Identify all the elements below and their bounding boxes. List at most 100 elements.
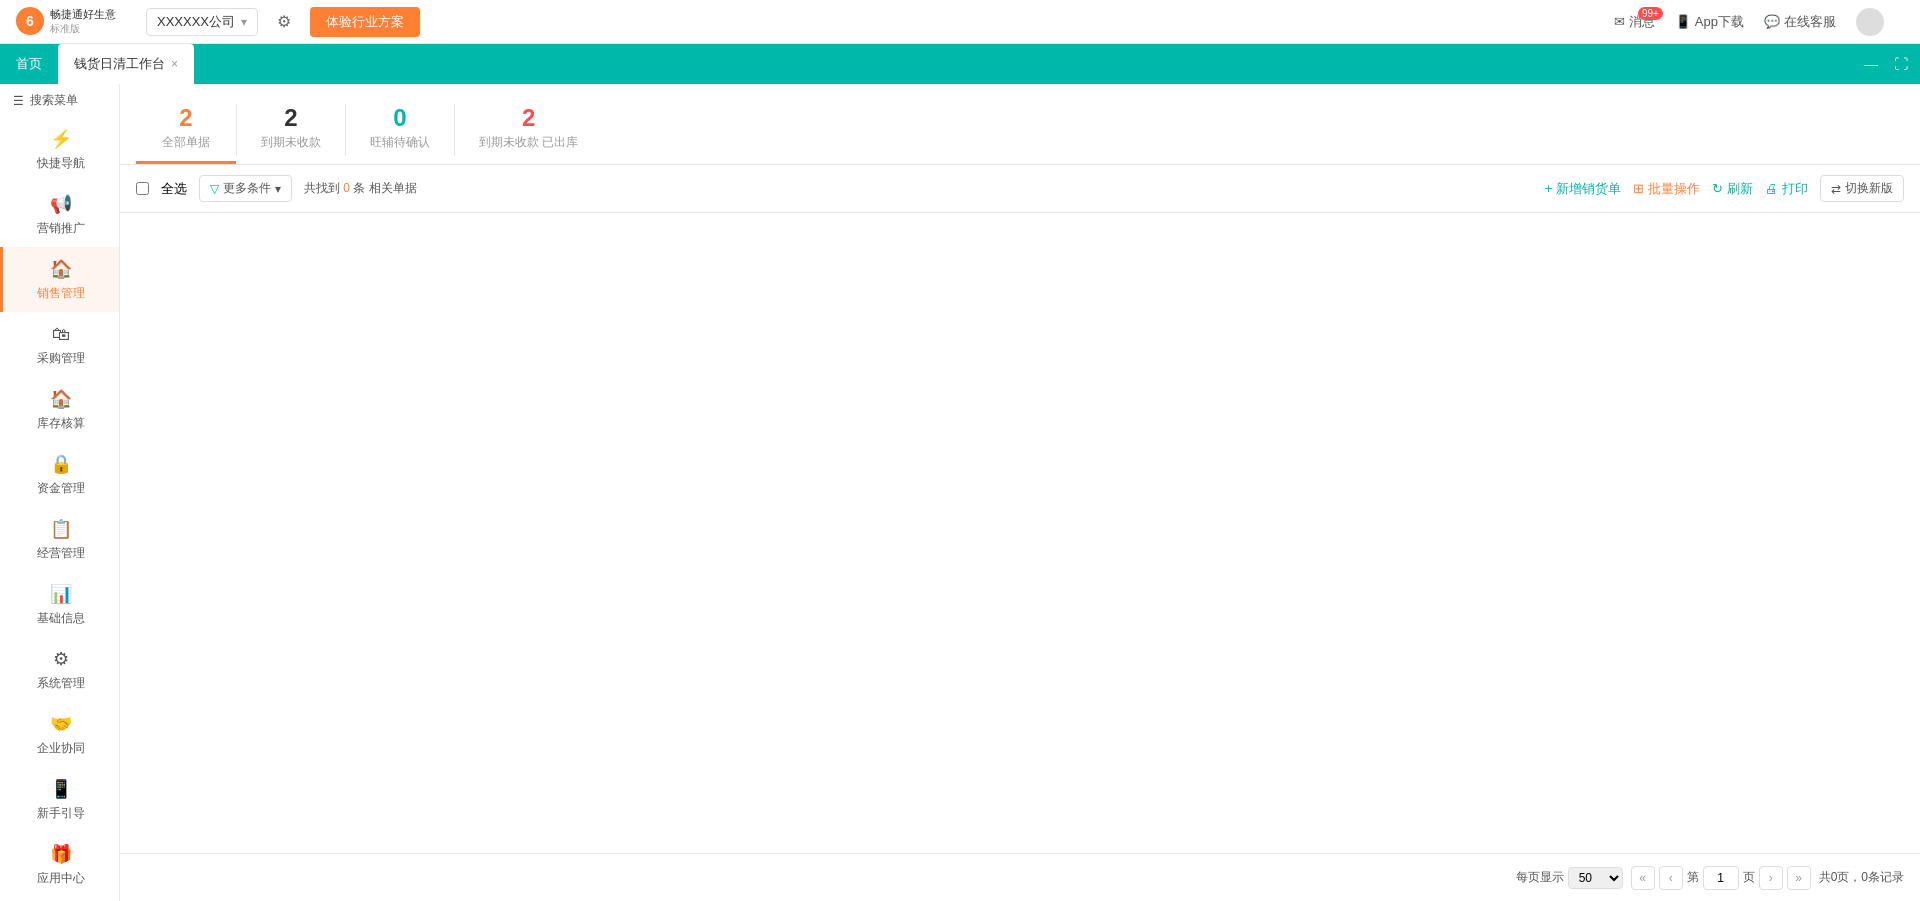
chevron-icon: ▾ [275, 182, 281, 196]
logo-text: 畅捷通好生意 [50, 7, 116, 21]
sidebar-item-basic-info[interactable]: 📊 基础信息 [0, 572, 119, 637]
select-all-label: 全选 [161, 180, 187, 198]
tab-close-icon[interactable]: × [171, 57, 178, 71]
sidebar-label-marketing: 营销推广 [37, 220, 85, 237]
tab-bar: 首页 钱货日清工作台 × — ⛶ [0, 44, 1920, 84]
found-prefix: 共找到 [304, 181, 340, 195]
finance-icon: 🔒 [49, 452, 73, 476]
sidebar-item-guide[interactable]: 📱 新手引导 [0, 767, 119, 832]
sidebar-item-cooperation[interactable]: 🤝 企业协同 [0, 702, 119, 767]
select-all-checkbox[interactable] [136, 182, 149, 195]
print-label: 打印 [1782, 180, 1808, 198]
avatar[interactable] [1856, 8, 1884, 36]
active-tab-label: 钱货日清工作台 [74, 55, 165, 73]
sidebar-label-inventory: 库存核算 [37, 415, 85, 432]
new-sales-order-button[interactable]: + 新增销货单 [1545, 180, 1621, 198]
stat-number-all: 2 [179, 104, 192, 132]
operations-icon: 📋 [49, 517, 73, 541]
page-size-select[interactable]: 20 50 100 [1568, 867, 1623, 889]
refresh-icon: ↻ [1712, 181, 1723, 196]
batch-label: 批量操作 [1648, 180, 1700, 198]
pagination-bar: 每页显示 20 50 100 « ‹ 第 页 › » 共0页，0条记录 [120, 853, 1920, 901]
header-left: 6 畅捷通好生意 标准版 XXXXXX公司 ▾ ⚙ 体验行业方案 [16, 6, 420, 38]
download-icon: 📱 [1675, 14, 1691, 29]
purchase-icon: 🛍 [49, 322, 73, 346]
trial-button[interactable]: 体验行业方案 [310, 7, 420, 37]
sidebar-item-operations[interactable]: 📋 经营管理 [0, 507, 119, 572]
first-page-button[interactable]: « [1631, 866, 1655, 890]
stat-label-pending: 旺辅待确认 [370, 134, 430, 151]
page-size-label: 每页显示 [1516, 869, 1564, 886]
sidebar-item-wechat[interactable]: 💬 企业微信 [0, 897, 119, 901]
logo-text-area: 畅捷通好生意 标准版 [50, 7, 116, 35]
related-label: 相关单据 [369, 181, 417, 195]
found-count: 0 [343, 181, 350, 195]
print-icon: 🖨 [1765, 181, 1778, 196]
system-icon: ⚙ [49, 647, 73, 671]
company-selector[interactable]: XXXXXX公司 ▾ [146, 8, 258, 36]
content-area: 2 全部单据 2 到期未收款 0 旺辅待确认 2 到期未收款 已出库 全选 [120, 84, 1920, 901]
stat-label-unshipped: 到期未收款 已出库 [479, 134, 578, 151]
page-input[interactable] [1703, 866, 1739, 890]
tab-minimize-icon[interactable]: — [1860, 52, 1882, 76]
page-navigation: « ‹ 第 页 › » [1631, 866, 1811, 890]
filter-button[interactable]: ▽ 更多条件 ▾ [199, 175, 292, 202]
sidebar-item-purchase[interactable]: 🛍 采购管理 [0, 312, 119, 377]
filter-icon: ▽ [210, 182, 219, 196]
switch-icon: ⇄ [1831, 182, 1841, 196]
sidebar-item-inventory[interactable]: 🏠 库存核算 [0, 377, 119, 442]
total-records: 共0页，0条记录 [1819, 869, 1904, 886]
sidebar-search[interactable]: ☰ 搜索菜单 [0, 84, 119, 117]
sidebar-item-quick-nav[interactable]: ⚡ 快捷导航 [0, 117, 119, 182]
gear-icon: ⚙ [277, 12, 291, 31]
sidebar-item-system[interactable]: ⚙ 系统管理 [0, 637, 119, 702]
messages-badge: 99+ [1638, 7, 1663, 20]
cooperation-icon: 🤝 [49, 712, 73, 736]
switch-label: 切换新版 [1845, 180, 1893, 197]
sidebar-label-basic-info: 基础信息 [37, 610, 85, 627]
sidebar-label-app-center: 应用中心 [37, 870, 85, 887]
sidebar-label-purchase: 采购管理 [37, 350, 85, 367]
messages-button[interactable]: ✉ 消息 99+ [1614, 13, 1655, 31]
settings-button[interactable]: ⚙ [268, 6, 300, 38]
sidebar-label-finance: 资金管理 [37, 480, 85, 497]
app-download-button[interactable]: 📱 App下载 [1675, 13, 1744, 31]
tab-active[interactable]: 钱货日清工作台 × [58, 44, 194, 84]
toolbar-right: + 新增销货单 ⊞ 批量操作 ↻ 刷新 🖨 打印 ⇄ 切换新版 [1545, 175, 1904, 202]
stat-label-overdue: 到期未收款 [261, 134, 321, 151]
stat-tab-pending[interactable]: 0 旺辅待确认 [346, 96, 454, 164]
header-right: ✉ 消息 99+ 📱 App下载 💬 在线客服 [1614, 8, 1904, 36]
sidebar-item-finance[interactable]: 🔒 资金管理 [0, 442, 119, 507]
stat-tab-overdue[interactable]: 2 到期未收款 [237, 96, 345, 164]
switch-version-button[interactable]: ⇄ 切换新版 [1820, 175, 1904, 202]
page-size-selector: 每页显示 20 50 100 [1516, 867, 1623, 889]
service-icon: 💬 [1764, 14, 1780, 29]
stat-number-overdue: 2 [284, 104, 297, 132]
last-page-button[interactable]: » [1787, 866, 1811, 890]
sidebar-label-quick-nav: 快捷导航 [37, 155, 85, 172]
search-icon: ☰ [13, 94, 24, 108]
prev-page-button[interactable]: ‹ [1659, 866, 1683, 890]
tab-expand-icon[interactable]: ⛶ [1890, 52, 1912, 76]
stat-number-unshipped: 2 [522, 104, 535, 132]
app-center-icon: 🎁 [49, 842, 73, 866]
found-text: 共找到 0 条 相关单据 [304, 180, 417, 197]
sidebar-item-app-center[interactable]: 🎁 应用中心 [0, 832, 119, 897]
logo-tag: 标准版 [50, 22, 116, 36]
print-button[interactable]: 🖨 打印 [1765, 180, 1808, 198]
basic-info-icon: 📊 [49, 582, 73, 606]
quick-nav-icon: ⚡ [49, 127, 73, 151]
batch-operation-button[interactable]: ⊞ 批量操作 [1633, 180, 1700, 198]
guide-icon: 📱 [49, 777, 73, 801]
chevron-down-icon: ▾ [241, 15, 247, 29]
online-service-button[interactable]: 💬 在线客服 [1764, 13, 1836, 31]
sidebar-item-sales[interactable]: 🏠 销售管理 [0, 247, 119, 312]
stat-tab-all[interactable]: 2 全部单据 [136, 96, 236, 164]
marketing-icon: 📢 [49, 192, 73, 216]
stat-tab-unshipped[interactable]: 2 到期未收款 已出库 [455, 96, 602, 164]
sidebar-item-marketing[interactable]: 📢 营销推广 [0, 182, 119, 247]
next-page-button[interactable]: › [1759, 866, 1783, 890]
refresh-button[interactable]: ↻ 刷新 [1712, 180, 1753, 198]
logo-icon: 6 [16, 7, 44, 35]
tab-home[interactable]: 首页 [0, 44, 58, 84]
